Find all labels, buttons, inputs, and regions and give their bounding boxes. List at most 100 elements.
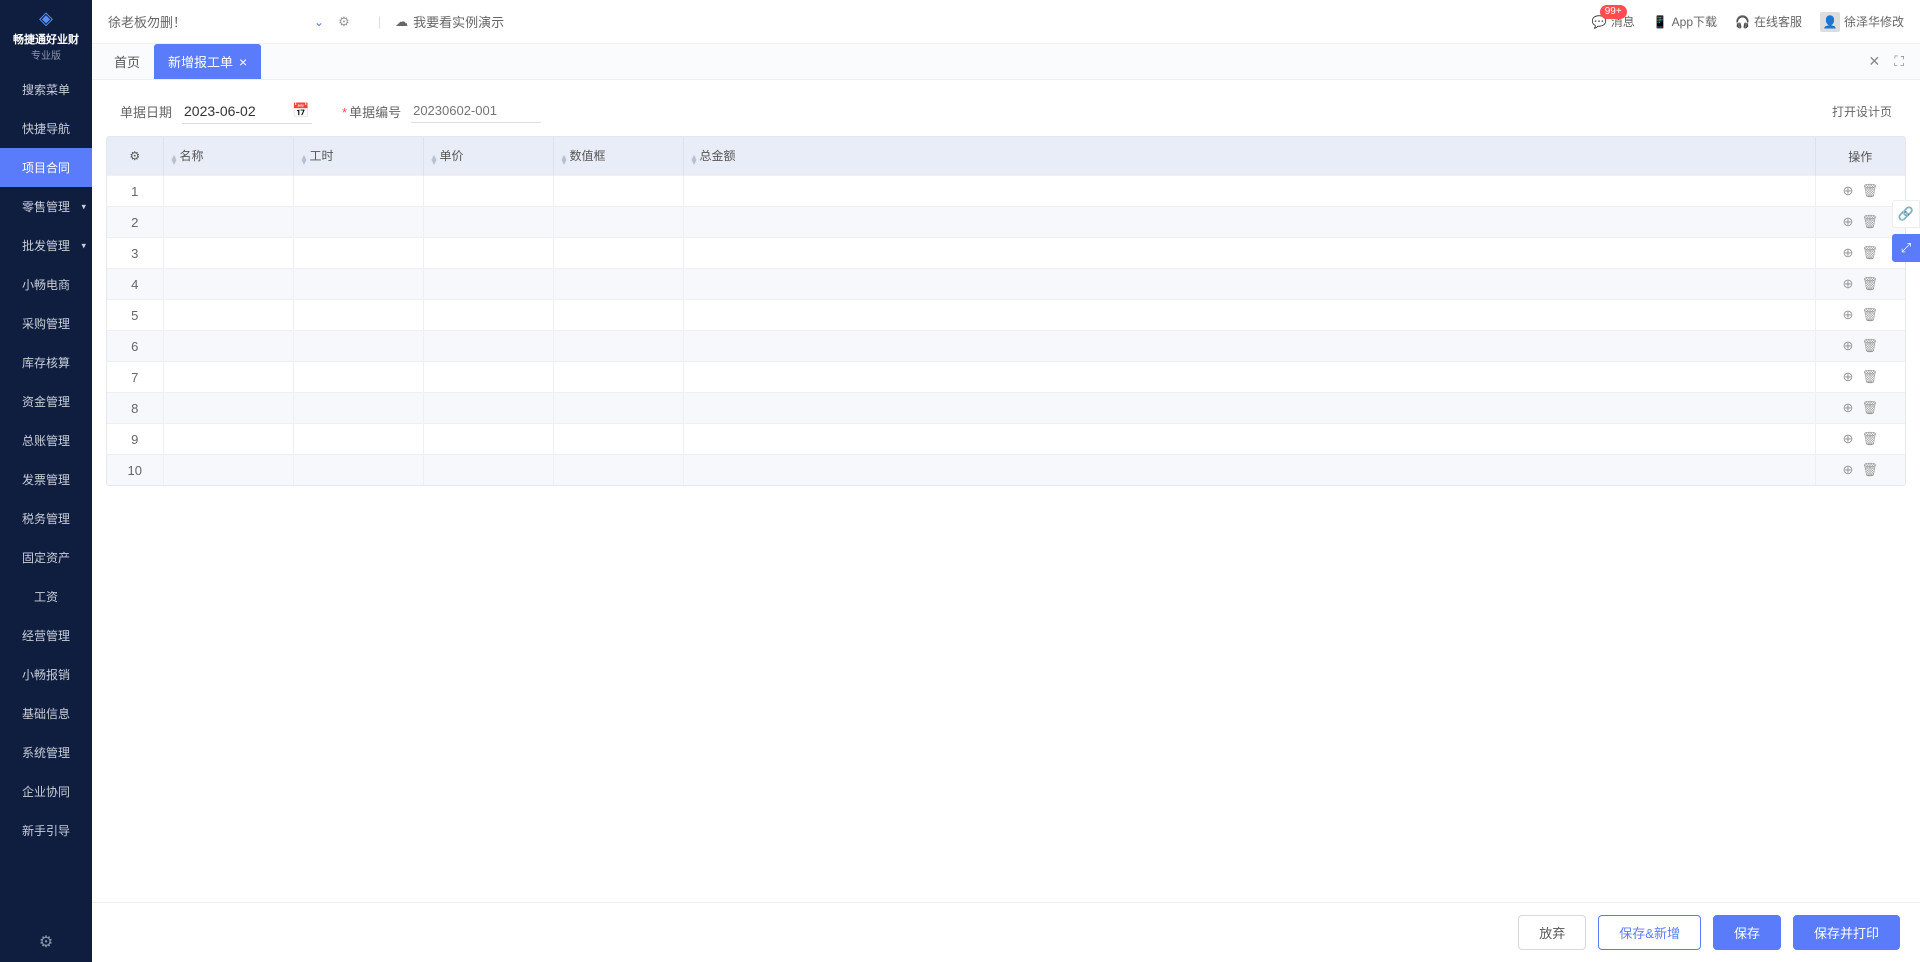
copy-icon[interactable]: ⊕ (1843, 307, 1854, 323)
cell-shuzhikuang[interactable] (553, 176, 683, 207)
sidebar-item-4[interactable]: 批发管理▾ (0, 226, 92, 265)
cell-gongshi[interactable] (293, 238, 423, 269)
attach-button[interactable]: 🔗 (1892, 200, 1920, 228)
cell-shuzhikuang[interactable] (553, 238, 683, 269)
save-new-button[interactable]: 保存&新增 (1598, 915, 1701, 950)
sidebar-item-7[interactable]: 库存核算 (0, 343, 92, 382)
cell-zongjine[interactable] (683, 176, 1815, 207)
copy-icon[interactable]: ⊕ (1843, 276, 1854, 292)
cell-gongshi[interactable] (293, 362, 423, 393)
demo-link[interactable]: ☁ 我要看实例演示 (395, 12, 504, 31)
fullscreen-icon[interactable]: ⛶ (1894, 53, 1904, 70)
cell-shuzhikuang[interactable] (553, 393, 683, 424)
cell-danjia[interactable] (423, 331, 553, 362)
sidebar-item-0[interactable]: 搜索菜单 (0, 70, 92, 109)
copy-icon[interactable]: ⊕ (1843, 245, 1854, 261)
sidebar-item-8[interactable]: 资金管理 (0, 382, 92, 421)
header-gongshi[interactable]: ▴▾工时 (293, 137, 423, 176)
cell-name[interactable] (163, 455, 293, 486)
sidebar-item-15[interactable]: 小畅报销 (0, 655, 92, 694)
cell-name[interactable] (163, 393, 293, 424)
cell-danjia[interactable] (423, 176, 553, 207)
cell-gongshi[interactable] (293, 393, 423, 424)
delete-icon[interactable]: 🗑 (1861, 214, 1878, 230)
cell-gongshi[interactable] (293, 269, 423, 300)
cell-name[interactable] (163, 238, 293, 269)
header-shuzhikuang[interactable]: ▴▾数值框 (553, 137, 683, 176)
date-input[interactable]: 📅 (182, 98, 312, 124)
cell-zongjine[interactable] (683, 455, 1815, 486)
org-selector[interactable]: 徐老板勿删！ ⌄ (108, 12, 324, 31)
cell-name[interactable] (163, 424, 293, 455)
cell-name[interactable] (163, 331, 293, 362)
cell-shuzhikuang[interactable] (553, 331, 683, 362)
delete-icon[interactable]: 🗑 (1861, 400, 1878, 416)
expand-button[interactable]: ⤢ (1892, 234, 1920, 262)
cell-danjia[interactable] (423, 300, 553, 331)
discard-button[interactable]: 放弃 (1518, 915, 1586, 950)
cell-danjia[interactable] (423, 238, 553, 269)
cell-name[interactable] (163, 300, 293, 331)
delete-icon[interactable]: 🗑 (1861, 276, 1878, 292)
cell-gongshi[interactable] (293, 424, 423, 455)
tab-1[interactable]: 新增报工单× (154, 44, 261, 79)
sidebar-item-5[interactable]: 小畅电商 (0, 265, 92, 304)
cell-danjia[interactable] (423, 207, 553, 238)
cell-zongjine[interactable] (683, 269, 1815, 300)
app-download-button[interactable]: 📱 App下载 (1653, 13, 1717, 30)
cell-gongshi[interactable] (293, 455, 423, 486)
date-value[interactable] (184, 103, 284, 119)
sidebar-item-12[interactable]: 固定资产 (0, 538, 92, 577)
sidebar-item-19[interactable]: 新手引导 (0, 811, 92, 850)
copy-icon[interactable]: ⊕ (1843, 214, 1854, 230)
cell-gongshi[interactable] (293, 331, 423, 362)
settings-icon[interactable]: ⚙ (39, 934, 53, 951)
sidebar-item-16[interactable]: 基础信息 (0, 694, 92, 733)
cell-shuzhikuang[interactable] (553, 300, 683, 331)
sidebar-item-9[interactable]: 总账管理 (0, 421, 92, 460)
cell-danjia[interactable] (423, 455, 553, 486)
sidebar-item-17[interactable]: 系统管理 (0, 733, 92, 772)
header-name[interactable]: ▴▾名称 (163, 137, 293, 176)
sidebar-item-1[interactable]: 快捷导航 (0, 109, 92, 148)
delete-icon[interactable]: 🗑 (1861, 431, 1878, 447)
code-input[interactable] (411, 99, 541, 123)
messages-button[interactable]: 99+ 💬 消息 (1592, 13, 1635, 30)
cell-shuzhikuang[interactable] (553, 269, 683, 300)
cell-gongshi[interactable] (293, 300, 423, 331)
cell-zongjine[interactable] (683, 393, 1815, 424)
cell-gongshi[interactable] (293, 207, 423, 238)
cell-name[interactable] (163, 269, 293, 300)
save-print-button[interactable]: 保存并打印 (1793, 915, 1900, 950)
close-icon[interactable]: × (239, 55, 247, 69)
sidebar-item-2[interactable]: 项目合同 (0, 148, 92, 187)
delete-icon[interactable]: 🗑 (1861, 462, 1878, 478)
cell-name[interactable] (163, 362, 293, 393)
cell-shuzhikuang[interactable] (553, 424, 683, 455)
sidebar-item-11[interactable]: 税务管理 (0, 499, 92, 538)
copy-icon[interactable]: ⊕ (1843, 183, 1854, 199)
header-danjia[interactable]: ▴▾单价 (423, 137, 553, 176)
copy-icon[interactable]: ⊕ (1843, 338, 1854, 354)
delete-icon[interactable]: 🗑 (1861, 245, 1878, 261)
cell-name[interactable] (163, 207, 293, 238)
copy-icon[interactable]: ⊕ (1843, 462, 1854, 478)
copy-icon[interactable]: ⊕ (1843, 369, 1854, 385)
save-button[interactable]: 保存 (1713, 915, 1781, 950)
sidebar-item-14[interactable]: 经营管理 (0, 616, 92, 655)
cell-zongjine[interactable] (683, 238, 1815, 269)
cell-danjia[interactable] (423, 362, 553, 393)
cell-danjia[interactable] (423, 424, 553, 455)
user-menu[interactable]: 👤 徐泽华修改 (1820, 12, 1904, 32)
copy-icon[interactable]: ⊕ (1843, 400, 1854, 416)
cell-zongjine[interactable] (683, 331, 1815, 362)
cell-danjia[interactable] (423, 393, 553, 424)
cell-zongjine[interactable] (683, 424, 1815, 455)
cell-zongjine[interactable] (683, 207, 1815, 238)
cell-danjia[interactable] (423, 269, 553, 300)
delete-icon[interactable]: 🗑 (1861, 307, 1878, 323)
tab-0[interactable]: 首页 (100, 44, 154, 79)
calendar-icon[interactable]: 📅 (292, 102, 309, 119)
cell-gongshi[interactable] (293, 176, 423, 207)
service-button[interactable]: 🎧 在线客服 (1735, 13, 1802, 30)
